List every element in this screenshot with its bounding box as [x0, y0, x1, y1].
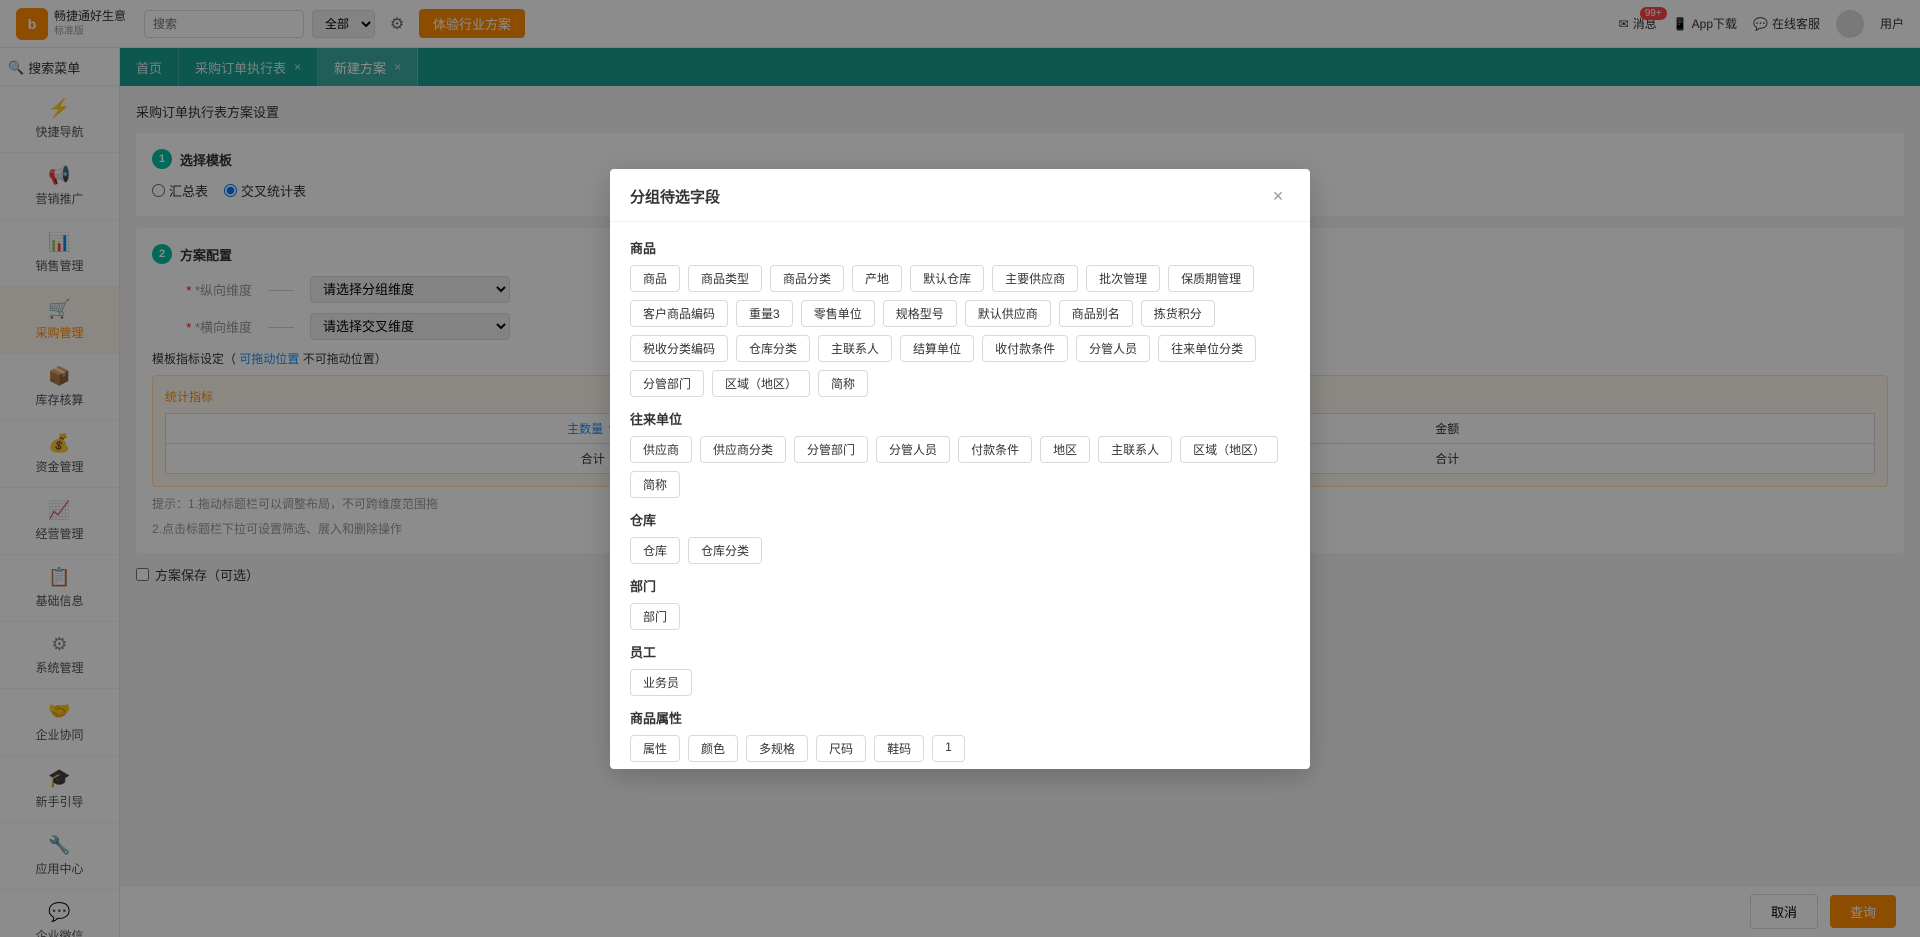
field-grid-partner: 供应商 供应商分类 分管部门 分管人员 付款条件 地区 主联系人 区域（地区） …: [630, 436, 1290, 498]
field-tag[interactable]: 多规格: [746, 735, 808, 762]
section-title-goods: 商品: [630, 238, 1290, 257]
field-tag[interactable]: 区域（地区）: [1180, 436, 1278, 463]
field-tag[interactable]: 部门: [630, 603, 680, 630]
field-tag[interactable]: 简称: [818, 370, 868, 397]
section-title-dept: 部门: [630, 576, 1290, 595]
modal-overlay: 分组待选字段 × 商品 商品 商品类型 商品分类 产地 默认仓库 主要供应商 批…: [0, 0, 1920, 937]
field-tag[interactable]: 客户商品编码: [630, 300, 728, 327]
field-tag[interactable]: 规格型号: [883, 300, 957, 327]
field-tag[interactable]: 产地: [852, 265, 902, 292]
field-grid-dept: 部门: [630, 603, 1290, 630]
field-tag[interactable]: 商品分类: [770, 265, 844, 292]
field-grid-warehouse: 仓库 仓库分类: [630, 537, 1290, 564]
field-tag[interactable]: 保质期管理: [1168, 265, 1254, 292]
field-tag[interactable]: 默认供应商: [965, 300, 1051, 327]
field-tag[interactable]: 区域（地区）: [712, 370, 810, 397]
field-tag[interactable]: 供应商: [630, 436, 692, 463]
field-tag[interactable]: 地区: [1040, 436, 1090, 463]
field-tag[interactable]: 颜色: [688, 735, 738, 762]
field-tag[interactable]: 供应商分类: [700, 436, 786, 463]
field-tag[interactable]: 结算单位: [900, 335, 974, 362]
field-tag[interactable]: 付款条件: [958, 436, 1032, 463]
field-grid-staff: 业务员: [630, 669, 1290, 696]
field-grid-goods: 商品 商品类型 商品分类 产地 默认仓库 主要供应商 批次管理 保质期管理 客户…: [630, 265, 1290, 397]
modal-header: 分组待选字段 ×: [610, 169, 1310, 222]
field-tag[interactable]: 分管人员: [1076, 335, 1150, 362]
modal-close-button[interactable]: ×: [1266, 185, 1290, 209]
field-grid-goods-attr: 属性 颜色 多规格 尺码 鞋码 1: [630, 735, 1290, 762]
field-tag[interactable]: 简称: [630, 471, 680, 498]
field-tag[interactable]: 主联系人: [818, 335, 892, 362]
field-tag[interactable]: 属性: [630, 735, 680, 762]
field-tag[interactable]: 主联系人: [1098, 436, 1172, 463]
field-tag[interactable]: 默认仓库: [910, 265, 984, 292]
section-title-warehouse: 仓库: [630, 510, 1290, 529]
field-tag[interactable]: 分管部门: [630, 370, 704, 397]
field-tag[interactable]: 收付款条件: [982, 335, 1068, 362]
field-tag[interactable]: 仓库分类: [736, 335, 810, 362]
modal-body: 商品 商品 商品类型 商品分类 产地 默认仓库 主要供应商 批次管理 保质期管理…: [610, 222, 1310, 769]
field-tag[interactable]: 商品别名: [1059, 300, 1133, 327]
field-tag[interactable]: 税收分类编码: [630, 335, 728, 362]
field-tag[interactable]: 重量3: [736, 300, 793, 327]
field-tag[interactable]: 尺码: [816, 735, 866, 762]
field-tag[interactable]: 鞋码: [874, 735, 924, 762]
section-title-staff: 员工: [630, 642, 1290, 661]
field-tag[interactable]: 分管人员: [876, 436, 950, 463]
field-tag[interactable]: 主要供应商: [992, 265, 1078, 292]
field-tag[interactable]: 商品: [630, 265, 680, 292]
field-tag[interactable]: 批次管理: [1086, 265, 1160, 292]
field-tag[interactable]: 仓库分类: [688, 537, 762, 564]
field-tag[interactable]: 往来单位分类: [1158, 335, 1256, 362]
field-tag[interactable]: 零售单位: [801, 300, 875, 327]
field-tag[interactable]: 1: [932, 735, 965, 762]
field-tag[interactable]: 商品类型: [688, 265, 762, 292]
section-title-partner: 往来单位: [630, 409, 1290, 428]
field-tag[interactable]: 分管部门: [794, 436, 868, 463]
section-title-goods-attr: 商品属性: [630, 708, 1290, 727]
field-tag[interactable]: 仓库: [630, 537, 680, 564]
field-tag[interactable]: 拣货积分: [1141, 300, 1215, 327]
modal-title: 分组待选字段: [630, 186, 720, 207]
field-tag[interactable]: 业务员: [630, 669, 692, 696]
modal: 分组待选字段 × 商品 商品 商品类型 商品分类 产地 默认仓库 主要供应商 批…: [610, 169, 1310, 769]
